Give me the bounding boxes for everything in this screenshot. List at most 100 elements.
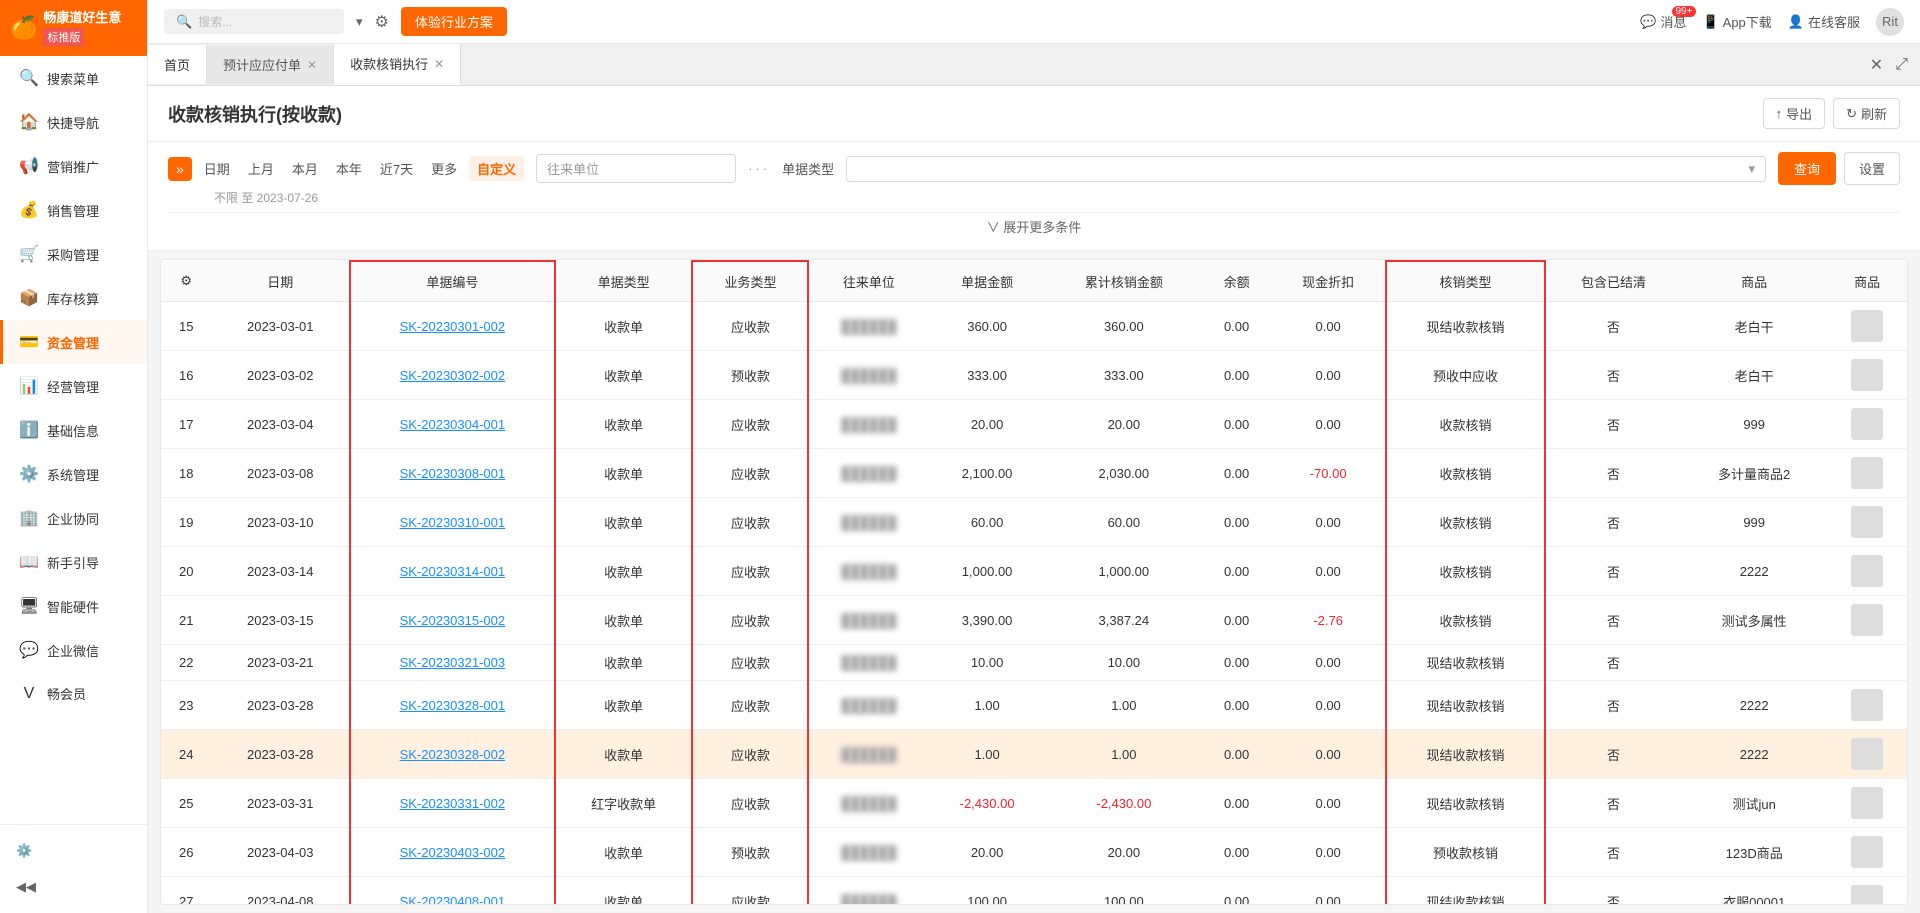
sidebar-item-shortcut[interactable]: 🏠 快捷导航 bbox=[0, 100, 147, 144]
doc-no-link[interactable]: SK-20230302-002 bbox=[400, 368, 506, 383]
date-btn-last-month[interactable]: 上月 bbox=[242, 156, 280, 181]
solution-btn[interactable]: 体验行业方案 bbox=[401, 7, 507, 36]
partner-filter[interactable]: 往来单位 bbox=[536, 154, 736, 183]
member-icon: V bbox=[19, 685, 39, 703]
doc-no-link[interactable]: SK-20230408-001 bbox=[400, 894, 506, 906]
tab-receipts-close[interactable]: ✕ bbox=[434, 57, 444, 71]
support-btn[interactable]: 👤 在线客服 bbox=[1788, 12, 1860, 31]
refresh-btn[interactable]: ↻ 刷新 bbox=[1833, 98, 1900, 129]
sidebar-item-inventory[interactable]: 📦 库存核算 bbox=[0, 276, 147, 320]
doc-no-link[interactable]: SK-20230403-002 bbox=[400, 845, 506, 860]
enterprise-icon: 🏢 bbox=[19, 508, 39, 528]
sidebar-item-search[interactable]: 🔍 搜索菜单 bbox=[0, 56, 147, 100]
col-header-gear[interactable]: ⚙ bbox=[161, 261, 212, 302]
page-header: 收款核销执行(按收款) ↑ 导出 ↻ 刷新 bbox=[148, 86, 1920, 142]
doc-no-link[interactable]: SK-20230328-001 bbox=[400, 698, 506, 713]
cell-cancel-type: 现结收款核销 bbox=[1386, 645, 1545, 681]
table-row[interactable]: 22 2023-03-21 SK-20230321-003 收款单 应收款 ██… bbox=[161, 645, 1907, 681]
tab-payable[interactable]: 预计应应付单 ✕ bbox=[207, 45, 334, 84]
filter-settings-btn[interactable]: 设置 bbox=[1844, 152, 1900, 185]
tab-payable-close[interactable]: ✕ bbox=[307, 58, 317, 72]
cell-no: 24 bbox=[161, 730, 212, 779]
user-avatar[interactable]: Rit bbox=[1876, 8, 1904, 36]
table-row[interactable]: 23 2023-03-28 SK-20230328-001 收款单 应收款 ██… bbox=[161, 681, 1907, 730]
table-row[interactable]: 21 2023-03-15 SK-20230315-002 收款单 应收款 ██… bbox=[161, 596, 1907, 645]
cell-goods-img bbox=[1827, 302, 1907, 351]
cell-accum-amount: 3,387.24 bbox=[1046, 596, 1202, 645]
sidebar-item-purchase[interactable]: 🛒 采购管理 bbox=[0, 232, 147, 276]
table-row[interactable]: 15 2023-03-01 SK-20230301-002 收款单 应收款 ██… bbox=[161, 302, 1907, 351]
date-custom-tag[interactable]: 自定义 bbox=[469, 156, 524, 181]
tab-receipts[interactable]: 收款核销执行 ✕ bbox=[334, 44, 461, 85]
expand-more-btn[interactable]: ∨ 展开更多条件 bbox=[168, 212, 1900, 240]
topbar-gear-icon[interactable]: ⚙ bbox=[375, 12, 389, 32]
topbar-search-box[interactable]: 🔍 搜索... bbox=[164, 9, 344, 34]
sidebar-item-wechat[interactable]: 💬 企业微信 bbox=[0, 628, 147, 672]
cell-amount: 60.00 bbox=[928, 498, 1046, 547]
table-row[interactable]: 18 2023-03-08 SK-20230308-001 收款单 应收款 ██… bbox=[161, 449, 1907, 498]
date-btn-more[interactable]: 更多 bbox=[425, 156, 463, 181]
gear-icon[interactable]: ⚙ bbox=[180, 273, 192, 288]
message-btn[interactable]: 💬 消息 99+ bbox=[1640, 12, 1686, 31]
doc-no-link[interactable]: SK-20230304-001 bbox=[400, 417, 506, 432]
cell-goods-img bbox=[1827, 681, 1907, 730]
cell-doc-type: 收款单 bbox=[555, 828, 693, 877]
sidebar-item-system[interactable]: ⚙️ 系统管理 bbox=[0, 452, 147, 496]
sidebar-item-enterprise[interactable]: 🏢 企业协同 bbox=[0, 496, 147, 540]
table-row[interactable]: 19 2023-03-10 SK-20230310-001 收款单 应收款 ██… bbox=[161, 498, 1907, 547]
app-download-btn[interactable]: 📱 App下载 bbox=[1702, 12, 1771, 31]
app-icon: 📱 bbox=[1702, 14, 1718, 30]
date-btn-this-month[interactable]: 本月 bbox=[286, 156, 324, 181]
table-row[interactable]: 17 2023-03-04 SK-20230304-001 收款单 应收款 ██… bbox=[161, 400, 1907, 449]
doc-no-link[interactable]: SK-20230301-002 bbox=[400, 319, 506, 334]
cell-balance: 0.00 bbox=[1202, 400, 1272, 449]
tab-close-all-btn[interactable]: ✕ bbox=[1866, 51, 1887, 79]
cell-date: 2023-03-08 bbox=[212, 449, 350, 498]
topbar-right: 💬 消息 99+ 📱 App下载 👤 在线客服 Rit bbox=[1640, 8, 1904, 36]
sidebar-item-sales[interactable]: 💰 销售管理 bbox=[0, 188, 147, 232]
date-btn-this-year[interactable]: 本年 bbox=[330, 156, 368, 181]
cell-partner: ██████ bbox=[808, 547, 928, 596]
doc-no-link[interactable]: SK-20230308-001 bbox=[400, 466, 506, 481]
sidebar-item-hardware[interactable]: 🖥 智能硬件 bbox=[0, 584, 147, 628]
cell-doc-type: 收款单 bbox=[555, 596, 693, 645]
topbar-dropdown-btn[interactable]: ▾ bbox=[356, 14, 363, 30]
cell-include-cleared: 否 bbox=[1545, 779, 1681, 828]
tab-home[interactable]: 首页 bbox=[148, 45, 207, 84]
doc-no-link[interactable]: SK-20230314-001 bbox=[400, 564, 506, 579]
cell-goods: 123D商品 bbox=[1681, 828, 1827, 877]
cell-cash-discount: -70.00 bbox=[1271, 449, 1385, 498]
sidebar-item-label-operations: 经营管理 bbox=[47, 377, 99, 396]
cell-date: 2023-03-01 bbox=[212, 302, 350, 351]
tab-expand-btn[interactable]: ⤢ bbox=[1891, 52, 1912, 78]
sidebar-collapse-btn[interactable]: ◀◀ bbox=[0, 869, 147, 905]
doc-no-link[interactable]: SK-20230331-002 bbox=[400, 796, 506, 811]
doc-no-link[interactable]: SK-20230310-001 bbox=[400, 515, 506, 530]
filter-expand-btn[interactable]: » bbox=[168, 157, 192, 181]
date-btn-7days[interactable]: 近7天 bbox=[374, 156, 419, 181]
doc-no-link[interactable]: SK-20230315-002 bbox=[400, 613, 506, 628]
cell-accum-amount: 60.00 bbox=[1046, 498, 1202, 547]
doc-no-link[interactable]: SK-20230328-002 bbox=[400, 747, 506, 762]
sidebar-item-guide[interactable]: 📖 新手引导 bbox=[0, 540, 147, 584]
table-row[interactable]: 27 2023-04-08 SK-20230408-001 收款单 应收款 ██… bbox=[161, 877, 1907, 906]
date-label: 日期 bbox=[204, 159, 230, 178]
table-row[interactable]: 25 2023-03-31 SK-20230331-002 红字收款单 应收款 … bbox=[161, 779, 1907, 828]
query-btn[interactable]: 查询 bbox=[1778, 152, 1836, 185]
sidebar-item-operations[interactable]: 📊 经营管理 bbox=[0, 364, 147, 408]
table-row[interactable]: 20 2023-03-14 SK-20230314-001 收款单 应收款 ██… bbox=[161, 547, 1907, 596]
sidebar-item-member[interactable]: V 畅会员 bbox=[0, 672, 147, 715]
sidebar-item-label-hardware: 智能硬件 bbox=[47, 597, 99, 616]
sidebar-item-marketing[interactable]: 📢 营销推广 bbox=[0, 144, 147, 188]
export-icon: ↑ bbox=[1776, 106, 1783, 121]
doc-type-filter[interactable]: ▾ bbox=[846, 156, 1766, 182]
sidebar-settings-btn[interactable]: ⚙️ bbox=[0, 833, 147, 869]
sidebar-item-finance[interactable]: 💳 资金管理 bbox=[0, 320, 147, 364]
sidebar-item-basic[interactable]: ℹ️ 基础信息 bbox=[0, 408, 147, 452]
refresh-label: 刷新 bbox=[1861, 104, 1887, 123]
table-row[interactable]: 24 2023-03-28 SK-20230328-002 收款单 应收款 ██… bbox=[161, 730, 1907, 779]
table-row[interactable]: 16 2023-03-02 SK-20230302-002 收款单 预收款 ██… bbox=[161, 351, 1907, 400]
export-btn[interactable]: ↑ 导出 bbox=[1763, 98, 1826, 129]
doc-no-link[interactable]: SK-20230321-003 bbox=[400, 655, 506, 670]
table-row[interactable]: 26 2023-04-03 SK-20230403-002 收款单 预收款 ██… bbox=[161, 828, 1907, 877]
